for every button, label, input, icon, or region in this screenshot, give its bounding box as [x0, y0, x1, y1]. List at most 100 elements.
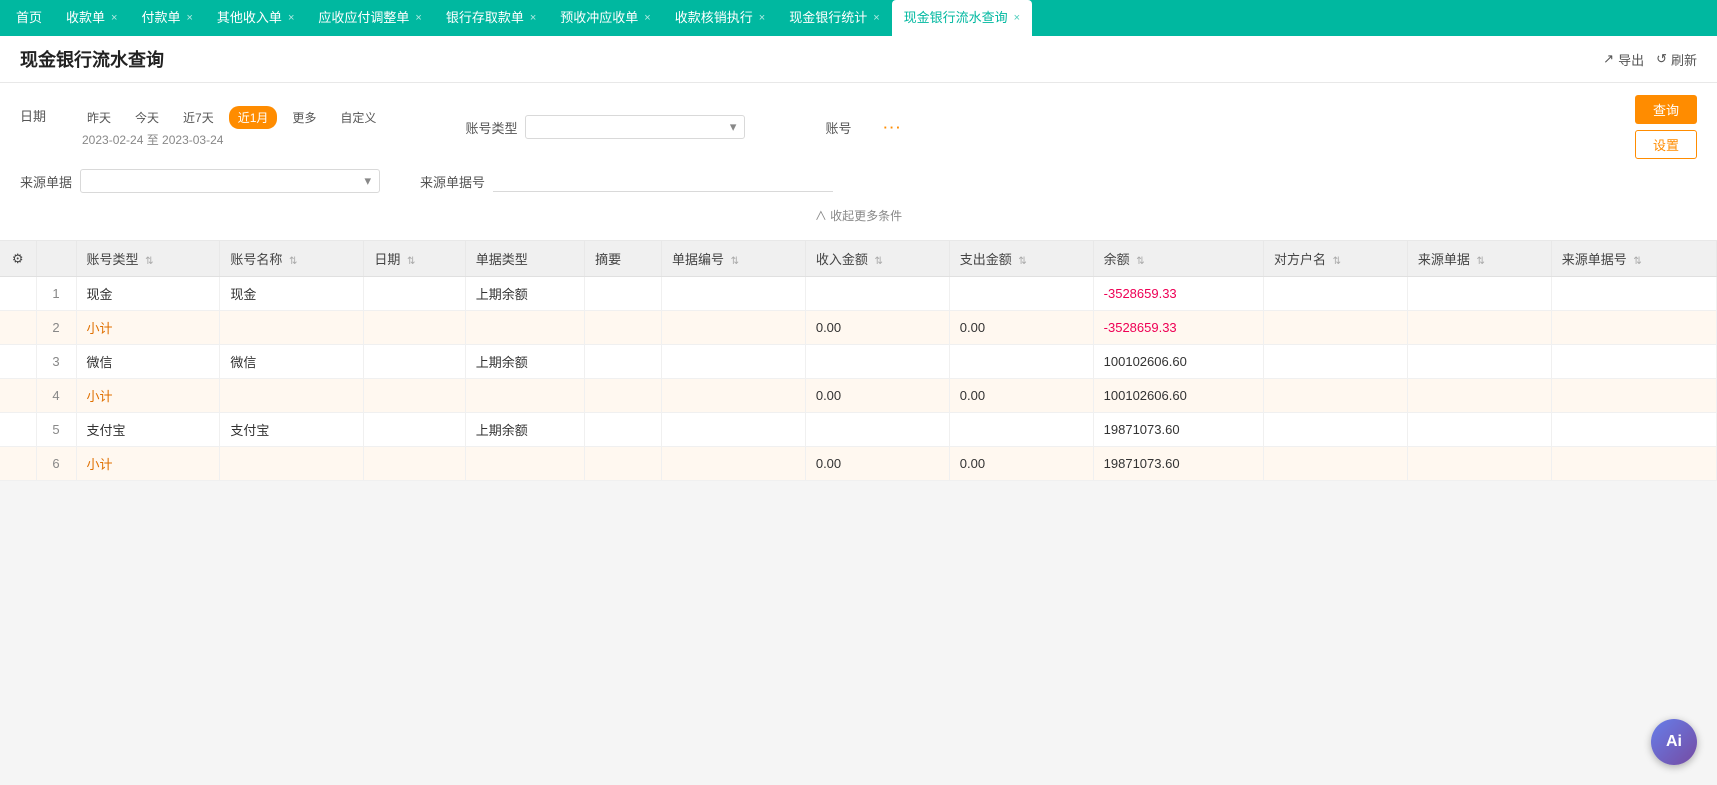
col-counterparty[interactable]: 对方户名 ⇅ [1263, 241, 1407, 277]
nav-cash-stats-close[interactable]: × [873, 0, 879, 36]
col-account-name[interactable]: 账号名称 ⇅ [220, 241, 364, 277]
col-expense[interactable]: 支出金额 ⇅ [949, 241, 1093, 277]
row-summary [585, 413, 662, 447]
nav-collection-close[interactable]: × [759, 0, 765, 36]
row-num: 4 [36, 379, 76, 413]
header-row: ⚙ 账号类型 ⇅ 账号名称 ⇅ 日期 ⇅ 单据类型 摘要 单据编号 ⇅ 收入金额… [0, 241, 1717, 277]
row-num: 6 [36, 447, 76, 481]
source-doc-no-input[interactable] [493, 170, 833, 192]
col-source-doc[interactable]: 来源单据 ⇅ [1407, 241, 1551, 277]
row-source-doc-no [1551, 379, 1716, 413]
row-doc-no [661, 447, 805, 481]
account-type-select[interactable]: ▾ [525, 115, 745, 139]
row-date [364, 413, 465, 447]
source-doc-select[interactable]: ▾ [80, 169, 380, 193]
row-account-name: 支付宝 [220, 413, 364, 447]
nav-collection-label: 收款核销执行 [675, 0, 753, 36]
nav-advance[interactable]: 预收冲应收单 × [548, 0, 662, 36]
refresh-button[interactable]: ↺ 刷新 [1656, 50, 1697, 69]
row-income: 0.00 [805, 379, 949, 413]
nav-advance-close[interactable]: × [644, 0, 650, 36]
nav-cash-flow-label: 现金银行流水查询 [904, 0, 1008, 36]
date-btn-more[interactable]: 更多 [283, 106, 325, 129]
query-button[interactable]: 查询 [1635, 95, 1697, 124]
row-doc-no [661, 345, 805, 379]
header-actions: ↗ 导出 ↺ 刷新 [1603, 50, 1697, 69]
date-btn-7days[interactable]: 近7天 [174, 106, 223, 129]
col-doc-no[interactable]: 单据编号 ⇅ [661, 241, 805, 277]
nav-cash-flow-close[interactable]: × [1014, 0, 1020, 36]
row-account-name: 现金 [220, 277, 364, 311]
row-date [364, 277, 465, 311]
row-date [364, 345, 465, 379]
table-row: 6 小计 0.00 0.00 19871073.60 [0, 447, 1717, 481]
nav-payment-close[interactable]: × [186, 0, 192, 36]
account-filter: 账号 ··· [825, 118, 902, 137]
data-table: ⚙ 账号类型 ⇅ 账号名称 ⇅ 日期 ⇅ 单据类型 摘要 单据编号 ⇅ 收入金额… [0, 241, 1717, 481]
refresh-label: 刷新 [1671, 50, 1697, 69]
row-account-name [220, 379, 364, 413]
nav-ar-ap[interactable]: 应收应付调整单 × [306, 0, 433, 36]
date-label: 日期 [20, 106, 70, 125]
date-range: 2023-02-24 至 2023-03-24 [82, 131, 385, 148]
row-account-type: 支付宝 [76, 413, 220, 447]
nav-receipt-close[interactable]: × [111, 0, 117, 36]
date-btn-1month[interactable]: 近1月 [229, 106, 278, 129]
account-dots[interactable]: ··· [883, 120, 902, 135]
ai-assistant-button[interactable]: Ai [1651, 719, 1697, 765]
nav-cash-stats[interactable]: 现金银行统计 × [777, 0, 891, 36]
row-settings [0, 345, 36, 379]
row-source-doc [1407, 379, 1551, 413]
row-income: 0.00 [805, 447, 949, 481]
nav-ar-ap-close[interactable]: × [415, 0, 421, 36]
filter-row-2: 来源单据 ▾ 来源单据号 [20, 169, 1697, 193]
row-counterparty [1263, 379, 1407, 413]
date-btn-custom[interactable]: 自定义 [331, 106, 385, 129]
page-header: 现金银行流水查询 ↗ 导出 ↺ 刷新 [0, 36, 1717, 83]
nav-other-income-close[interactable]: × [288, 0, 294, 36]
nav-bank-deposit[interactable]: 银行存取款单 × [434, 0, 548, 36]
row-settings [0, 447, 36, 481]
collapse-bar[interactable]: ∧ 收起更多条件 [20, 203, 1697, 228]
source-doc-no-label: 来源单据号 [420, 172, 485, 191]
table-row: 4 小计 0.00 0.00 100102606.60 [0, 379, 1717, 413]
nav-home-label: 首页 [16, 0, 42, 36]
nav-bank-deposit-close[interactable]: × [530, 0, 536, 36]
source-doc-label: 来源单据 [20, 172, 72, 191]
row-source-doc-no [1551, 277, 1716, 311]
nav-home[interactable]: 首页 [4, 0, 54, 36]
col-date[interactable]: 日期 ⇅ [364, 241, 465, 277]
settings-button[interactable]: 设置 [1635, 130, 1697, 159]
export-label: 导出 [1618, 50, 1644, 69]
row-source-doc [1407, 311, 1551, 345]
row-doc-type [465, 447, 584, 481]
filter-area: 日期 昨天 今天 近7天 近1月 更多 自定义 2023-02-24 至 202… [0, 83, 1717, 241]
nav-payment[interactable]: 付款单 × [129, 0, 204, 36]
row-source-doc-no [1551, 447, 1716, 481]
row-doc-type: 上期余额 [465, 345, 584, 379]
source-doc-filter: 来源单据 ▾ [20, 169, 380, 193]
export-button[interactable]: ↗ 导出 [1603, 50, 1644, 69]
row-balance: -3528659.33 [1093, 277, 1263, 311]
row-num: 1 [36, 277, 76, 311]
row-settings [0, 311, 36, 345]
nav-other-income[interactable]: 其他收入单 × [205, 0, 306, 36]
row-source-doc-no [1551, 345, 1716, 379]
row-num: 5 [36, 413, 76, 447]
table-row: 3 微信 微信 上期余额 100102606.60 [0, 345, 1717, 379]
nav-collection[interactable]: 收款核销执行 × [663, 0, 777, 36]
col-settings[interactable]: ⚙ [0, 241, 36, 277]
date-btn-yesterday[interactable]: 昨天 [78, 106, 120, 129]
nav-cash-flow[interactable]: 现金银行流水查询 × [892, 0, 1032, 36]
date-btn-today[interactable]: 今天 [126, 106, 168, 129]
col-account-type[interactable]: 账号类型 ⇅ [76, 241, 220, 277]
col-balance[interactable]: 余额 ⇅ [1093, 241, 1263, 277]
row-income [805, 345, 949, 379]
nav-receipt[interactable]: 收款单 × [54, 0, 129, 36]
row-account-type: 微信 [76, 345, 220, 379]
col-source-doc-no[interactable]: 来源单据号 ⇅ [1551, 241, 1716, 277]
col-income[interactable]: 收入金额 ⇅ [805, 241, 949, 277]
table-body: 1 现金 现金 上期余额 -3528659.33 2 小计 0.00 0.00 … [0, 277, 1717, 481]
row-counterparty [1263, 413, 1407, 447]
row-counterparty [1263, 345, 1407, 379]
